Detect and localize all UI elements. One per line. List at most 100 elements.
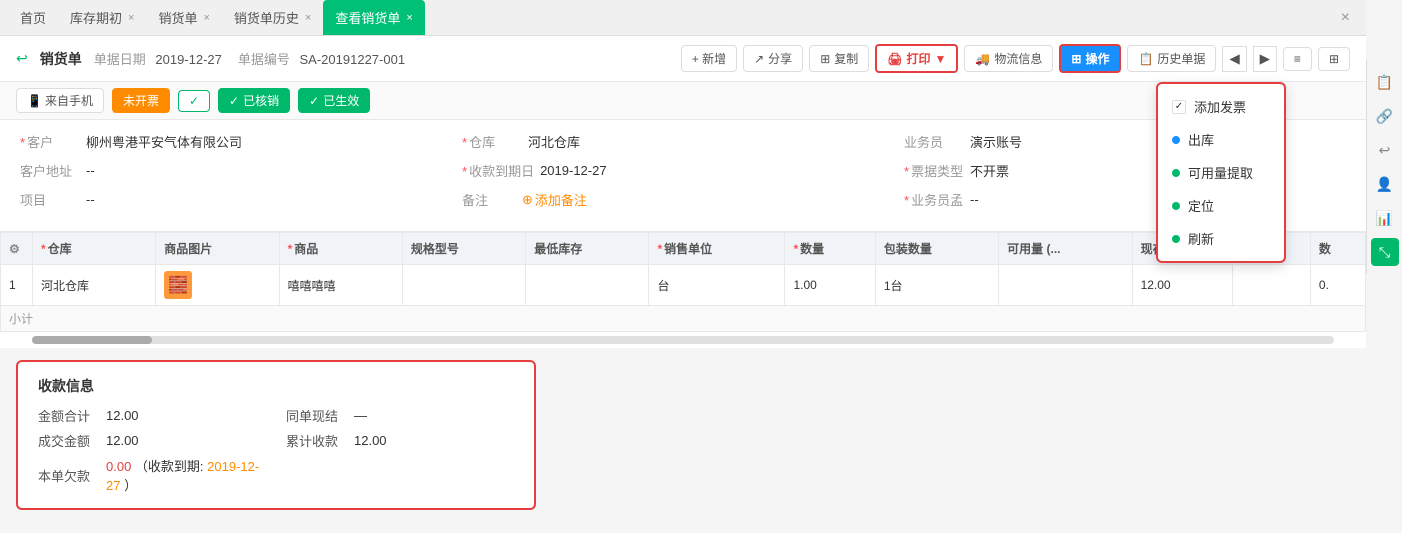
dropdown-available-qty[interactable]: 可用量提取: [1158, 156, 1284, 189]
sidebar-icon-doc[interactable]: 📋: [1371, 68, 1399, 96]
subtotal-row: 小计: [1, 306, 1366, 332]
share-button[interactable]: ↗ 分享: [743, 45, 803, 72]
row-spec: [402, 265, 525, 306]
horizontal-scrollbar[interactable]: [32, 336, 1334, 344]
tab-home[interactable]: 首页: [8, 0, 58, 35]
total-amount-label: 金额合计: [38, 406, 98, 425]
not-open-button[interactable]: 未开票: [112, 88, 170, 113]
history-button[interactable]: 📋 历史单据: [1127, 45, 1216, 72]
col-pack-qty: 包装数量: [875, 233, 998, 265]
sold-out-button[interactable]: ✓ 已核销: [218, 88, 290, 113]
payment-date-label: 收款到期日: [462, 161, 534, 180]
sold-out-label: 已核销: [243, 92, 279, 109]
dropdown-locate[interactable]: 定位: [1158, 189, 1284, 222]
form-row-3: 项目 -- 备注 ⊕ 添加备注 业务员孟 --: [20, 190, 1346, 209]
tab-inventory-init-close[interactable]: ×: [128, 12, 134, 24]
row-product: 嘻嘻嘻嘻: [279, 265, 402, 306]
scroll-thumb[interactable]: [32, 336, 152, 344]
row-price: [1233, 265, 1311, 306]
warehouse-value: 河北仓库: [528, 132, 580, 151]
view-list-button[interactable]: ≡: [1283, 47, 1312, 71]
tab-sales-order-label: 销货单: [158, 8, 197, 27]
summary-title: 收款信息: [38, 376, 514, 396]
staff2-label: 业务员孟: [904, 190, 964, 209]
effective-button[interactable]: ✓ 已生效: [298, 88, 370, 113]
sidebar-icon-chart[interactable]: 📊: [1371, 204, 1399, 232]
view-grid-button[interactable]: ⊞: [1318, 47, 1350, 71]
logistics-button[interactable]: 🚚 物流信息: [964, 45, 1053, 72]
history-button-label: 历史单据: [1157, 50, 1205, 67]
summary-grid: 金额合计 12.00 同单现结 — 成交金额 12.00 累计收款 12.00 …: [38, 406, 514, 494]
right-sidebar: 📋 🔗 ↩ 👤 📊 ⤡: [1366, 60, 1402, 274]
print-button[interactable]: 🖨 打印 ▼: [875, 44, 958, 73]
tab-sales-order[interactable]: 销货单 ×: [146, 0, 221, 35]
sidebar-icon-expand[interactable]: ⤡: [1371, 238, 1399, 266]
header: ↩ 销货单 单据日期 2019-12-27 单据编号 SA-20191227-0…: [0, 36, 1366, 82]
copy-button[interactable]: ⊞ 复制: [809, 45, 869, 72]
next-button[interactable]: ▶: [1253, 46, 1277, 72]
history-icon: 📋: [1138, 52, 1153, 66]
sidebar-icon-link[interactable]: 🔗: [1371, 102, 1399, 130]
address-label: 客户地址: [20, 161, 80, 180]
payment-date-value: 2019-12-27: [540, 163, 607, 178]
ticket-type-label: 票据类型: [904, 161, 964, 180]
tab-sales-order-close[interactable]: ×: [203, 12, 209, 24]
col-min-stock: 最低库存: [526, 233, 649, 265]
staff-value: 演示账号: [970, 132, 1022, 151]
row-pack-qty: 1台: [875, 265, 998, 306]
operate-button-label: 操作: [1085, 50, 1109, 67]
customer-label: 客户: [20, 132, 80, 151]
print-dropdown-icon: ▼: [935, 52, 947, 66]
not-open-label: 未开票: [123, 92, 159, 109]
dropdown-add-invoice[interactable]: ✓ 添加发票: [1158, 90, 1284, 123]
row-qty: 1.00: [785, 265, 875, 306]
sidebar-icon-return[interactable]: ↩: [1371, 136, 1399, 164]
plus-icon: ⊕: [522, 192, 533, 208]
new-button-label: + 新增: [692, 50, 726, 67]
col-extra: 数: [1310, 233, 1365, 265]
tab-sales-history-close[interactable]: ×: [305, 12, 311, 24]
share-button-label: 分享: [768, 50, 792, 67]
deal-amount-value: 12.00: [106, 433, 139, 448]
this-order-debt-value: 0.00 （收款到期: 2019-12-27 ）: [106, 456, 266, 494]
col-warehouse: 仓库: [33, 233, 156, 265]
prev-button[interactable]: ◀: [1222, 46, 1246, 72]
from-phone-button[interactable]: 📱 来自手机: [16, 88, 104, 113]
global-close-button[interactable]: ×: [1333, 9, 1358, 27]
col-spec: 规格型号: [402, 233, 525, 265]
confirm-button[interactable]: ✓: [178, 90, 210, 112]
logistics-button-label: 物流信息: [994, 50, 1042, 67]
add-invoice-checkbox[interactable]: ✓: [1172, 100, 1186, 114]
tab-sales-history[interactable]: 销货单历史 ×: [222, 0, 323, 35]
sidebar-icon-user[interactable]: 👤: [1371, 170, 1399, 198]
customer-value: 柳州粤港平安气体有限公司: [86, 132, 242, 151]
refresh-dot: [1172, 235, 1180, 243]
tab-view-sales-close[interactable]: ×: [406, 12, 412, 24]
staff2-value: --: [970, 192, 979, 207]
operate-button[interactable]: ⊞ 操作: [1059, 44, 1121, 73]
summary-deal-amount: 成交金额 12.00: [38, 431, 266, 450]
project-label: 项目: [20, 190, 80, 209]
col-settings: ⚙: [1, 233, 33, 265]
doc-icon: ↩: [16, 50, 28, 67]
print-button-label: 打印: [907, 50, 931, 67]
effective-checkmark-icon: ✓: [309, 94, 319, 108]
settings-icon[interactable]: ⚙: [9, 242, 20, 256]
copy-icon: ⊞: [820, 52, 830, 66]
add-note-button[interactable]: ⊕ 添加备注: [522, 190, 587, 209]
deal-amount-label: 成交金额: [38, 431, 98, 450]
summary-same-order-settle: 同单现结 —: [286, 406, 514, 425]
warehouse-label: 仓库: [462, 132, 522, 151]
new-button[interactable]: + 新增: [681, 45, 737, 72]
add-invoice-label: 添加发票: [1194, 97, 1246, 116]
meta-num-value: SA-20191227-001: [300, 52, 406, 67]
meta-num-label: 单据编号 SA-20191227-001: [238, 49, 405, 68]
tab-view-sales[interactable]: 查看销货单 ×: [323, 0, 424, 35]
tab-inventory-init[interactable]: 库存期初 ×: [58, 0, 146, 35]
dropdown-outbound[interactable]: 出库: [1158, 123, 1284, 156]
product-image: 🧱: [164, 271, 192, 299]
dropdown-refresh[interactable]: 刷新: [1158, 222, 1284, 255]
available-qty-label: 可用量提取: [1188, 163, 1253, 182]
col-product: 商品: [279, 233, 402, 265]
share-icon: ↗: [754, 52, 764, 66]
